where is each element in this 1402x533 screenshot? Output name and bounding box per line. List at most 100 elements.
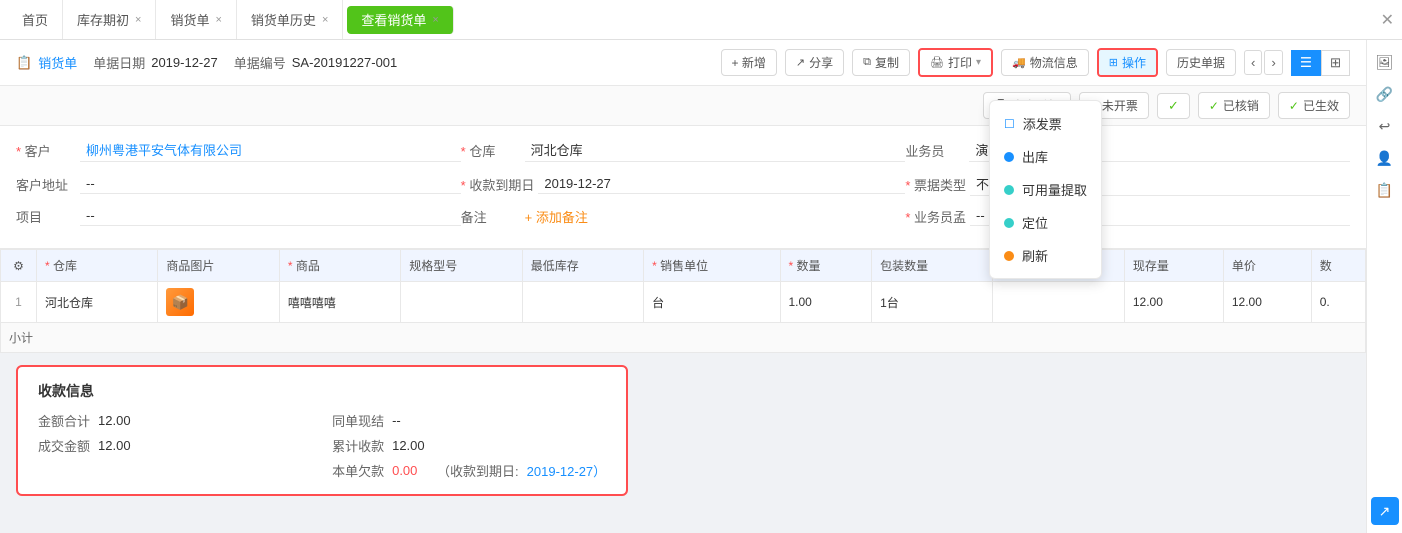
add-note-button[interactable]: + 添加备注 [525, 207, 588, 226]
payment-title: 收款信息 [38, 381, 606, 401]
col-product: * 商品 [279, 250, 400, 282]
total-item: 金额合计 12.00 [38, 411, 312, 430]
col-unit: * 销售单位 [644, 250, 780, 282]
row-unit: 台 [644, 282, 780, 323]
row-number: 1 [1, 282, 37, 323]
new-button[interactable]: + 新增 [721, 49, 777, 76]
customer-field: 客户 柳州粤港平安气体有限公司 [16, 138, 461, 162]
copy-button[interactable]: ⧉ 复制 [852, 49, 910, 76]
sidebar-doc-icon[interactable]: 📋 [1371, 176, 1399, 204]
print-button[interactable]: 🖨 打印 ▾ [918, 48, 993, 77]
grid-view-button[interactable]: ⊞ [1321, 50, 1350, 76]
effective-button[interactable]: ✓ 已生效 [1278, 92, 1350, 119]
col-pack-qty: 包装数量 [872, 250, 993, 282]
dot-orange [1004, 251, 1014, 261]
col-settings[interactable]: ⚙ [1, 250, 37, 282]
doc-title: 📋 销货单 [16, 53, 77, 72]
doc-actions: + 新增 ↗ 分享 ⧉ 复制 🖨 打印 ▾ 🚚 物流信息 ⊞ 操作 [721, 48, 1350, 77]
doc-title-text: 销货单 [38, 53, 77, 72]
row-available [993, 282, 1124, 323]
col-amount: 数 [1311, 250, 1365, 282]
row-warehouse: 河北仓库 [37, 282, 158, 323]
doc-header: 📋 销货单 单据日期 2019-12-27 单据编号 SA-20191227-0… [0, 40, 1366, 86]
row-min-stock [522, 282, 643, 323]
sidebar-return-icon[interactable]: ↩ [1371, 112, 1399, 140]
window-close-button[interactable]: ✕ [1381, 10, 1394, 30]
operate-dropdown: ☐ 添发票 出库 可用量提取 定位 刷新 [989, 100, 1102, 279]
prev-button[interactable]: ‹ [1244, 50, 1262, 75]
bottom-area: 收款信息 金额合计 12.00 同单现结 -- 成交金额 12.00 累计收款 … [0, 353, 1366, 508]
view-toggle: ☰ ⊞ [1291, 50, 1350, 76]
row-price: 12.00 [1223, 282, 1311, 323]
doc-date-meta: 单据日期 2019-12-27 [93, 53, 218, 72]
ticket-field: 票据类型 不开票 [905, 172, 1350, 196]
sidebar-expand-icon[interactable]: ↗ [1371, 497, 1399, 525]
subtotal-row: 小计 [1, 323, 1366, 353]
product-table: ⚙ * 仓库 商品图片 * 商品 规格型号 最低库存 * 销售单位 * 数量 包… [0, 249, 1366, 353]
address-field: 客户地址 -- [16, 174, 461, 194]
check-button[interactable]: ✓ [1157, 93, 1190, 119]
tab-sales-order[interactable]: 销货单 × [156, 0, 236, 39]
close-view-sales-tab[interactable]: × [432, 14, 438, 26]
row-amount: 0. [1311, 282, 1365, 323]
tab-home[interactable]: 首页 [8, 0, 63, 39]
dropdown-available-qty[interactable]: 可用量提取 [990, 173, 1101, 206]
table-row: 1 河北仓库 📦 嘻嘻嘻嘻 台 1.00 1台 12.00 12.00 0. [1, 282, 1366, 323]
right-sidebar: 🖼 🔗 ↩ 👤 📋 ↗ [1366, 40, 1402, 533]
tab-view-sales-order[interactable]: 查看销货单 × [347, 6, 453, 34]
tab-sales-history[interactable]: 销货单历史 × [237, 0, 343, 39]
due-item: 本单欠款 0.00 （收款到期日: 2019-12-27） [332, 461, 606, 480]
dot-blue [1004, 152, 1014, 162]
payment-grid: 金额合计 12.00 同单现结 -- 成交金额 12.00 累计收款 12.00 [38, 411, 606, 480]
sidebar-user-icon[interactable]: 👤 [1371, 144, 1399, 172]
col-min-stock: 最低库存 [522, 250, 643, 282]
close-sales-order-tab[interactable]: × [215, 14, 221, 26]
nav-arrows: ‹ › [1244, 50, 1283, 75]
sidebar-image-icon[interactable]: 🖼 [1371, 48, 1399, 76]
col-price: 单价 [1223, 250, 1311, 282]
payment-box: 收款信息 金额合计 12.00 同单现结 -- 成交金额 12.00 累计收款 … [16, 365, 628, 496]
dot-cyan-1 [1004, 185, 1014, 195]
row-pack-qty: 1台 [872, 282, 993, 323]
subtotal-label: 小计 [1, 323, 1366, 353]
product-image: 📦 [166, 288, 194, 316]
dropdown-refresh[interactable]: 刷新 [990, 239, 1101, 272]
col-quantity: * 数量 [780, 250, 872, 282]
history-button[interactable]: 历史单据 [1166, 49, 1236, 76]
tab-inventory-init[interactable]: 库存期初 × [63, 0, 156, 39]
operate-button[interactable]: ⊞ 操作 [1097, 48, 1158, 77]
share-button[interactable]: ↗ 分享 [785, 49, 844, 76]
logistics-button[interactable]: 🚚 物流信息 [1001, 49, 1089, 76]
doc-number-meta: 单据编号 SA-20191227-001 [234, 53, 398, 72]
col-warehouse: * 仓库 [37, 250, 158, 282]
sub-toolbar: 📱 来自手机 未开票 ✓ ✓ 已核销 ✓ 已生效 [0, 86, 1366, 126]
transaction-item: 成交金额 12.00 [38, 436, 312, 455]
row-quantity: 1.00 [780, 282, 872, 323]
same-order-item: 同单现结 -- [332, 411, 606, 430]
dropdown-add-invoice[interactable]: ☐ 添发票 [990, 107, 1101, 140]
due-date-field: 收款到期日 2019-12-27 [461, 174, 906, 194]
next-button[interactable]: › [1264, 50, 1282, 75]
staff-field: 业务员 演示账号 [905, 138, 1350, 162]
project-field: 项目 -- [16, 206, 461, 226]
dot-cyan-2 [1004, 218, 1014, 228]
warehouse-field: 仓库 河北仓库 [461, 138, 906, 162]
list-view-button[interactable]: ☰ [1291, 50, 1321, 76]
row-stock: 12.00 [1124, 282, 1223, 323]
dropdown-outbound[interactable]: 出库 [990, 140, 1101, 173]
cumulative-item: 累计收款 12.00 [332, 436, 606, 455]
doc-title-icon: 📋 [16, 55, 32, 71]
cancelled-button[interactable]: ✓ 已核销 [1198, 92, 1270, 119]
close-inventory-tab[interactable]: × [135, 14, 141, 26]
note-field: 备注 + 添加备注 [461, 207, 906, 226]
form-area: 客户 柳州粤港平安气体有限公司 仓库 河北仓库 业务员 演示账号 客户地址 --… [0, 126, 1366, 249]
close-sales-history-tab[interactable]: × [322, 14, 328, 26]
col-image: 商品图片 [158, 250, 279, 282]
dropdown-locate[interactable]: 定位 [990, 206, 1101, 239]
sidebar-link-icon[interactable]: 🔗 [1371, 80, 1399, 108]
col-spec: 规格型号 [401, 250, 522, 282]
tab-bar: 首页 库存期初 × 销货单 × 销货单历史 × 查看销货单 × ✕ [0, 0, 1402, 40]
product-table-wrapper: ⚙ * 仓库 商品图片 * 商品 规格型号 最低库存 * 销售单位 * 数量 包… [0, 249, 1366, 353]
row-image: 📦 [158, 282, 279, 323]
row-product: 嘻嘻嘻嘻 [279, 282, 400, 323]
